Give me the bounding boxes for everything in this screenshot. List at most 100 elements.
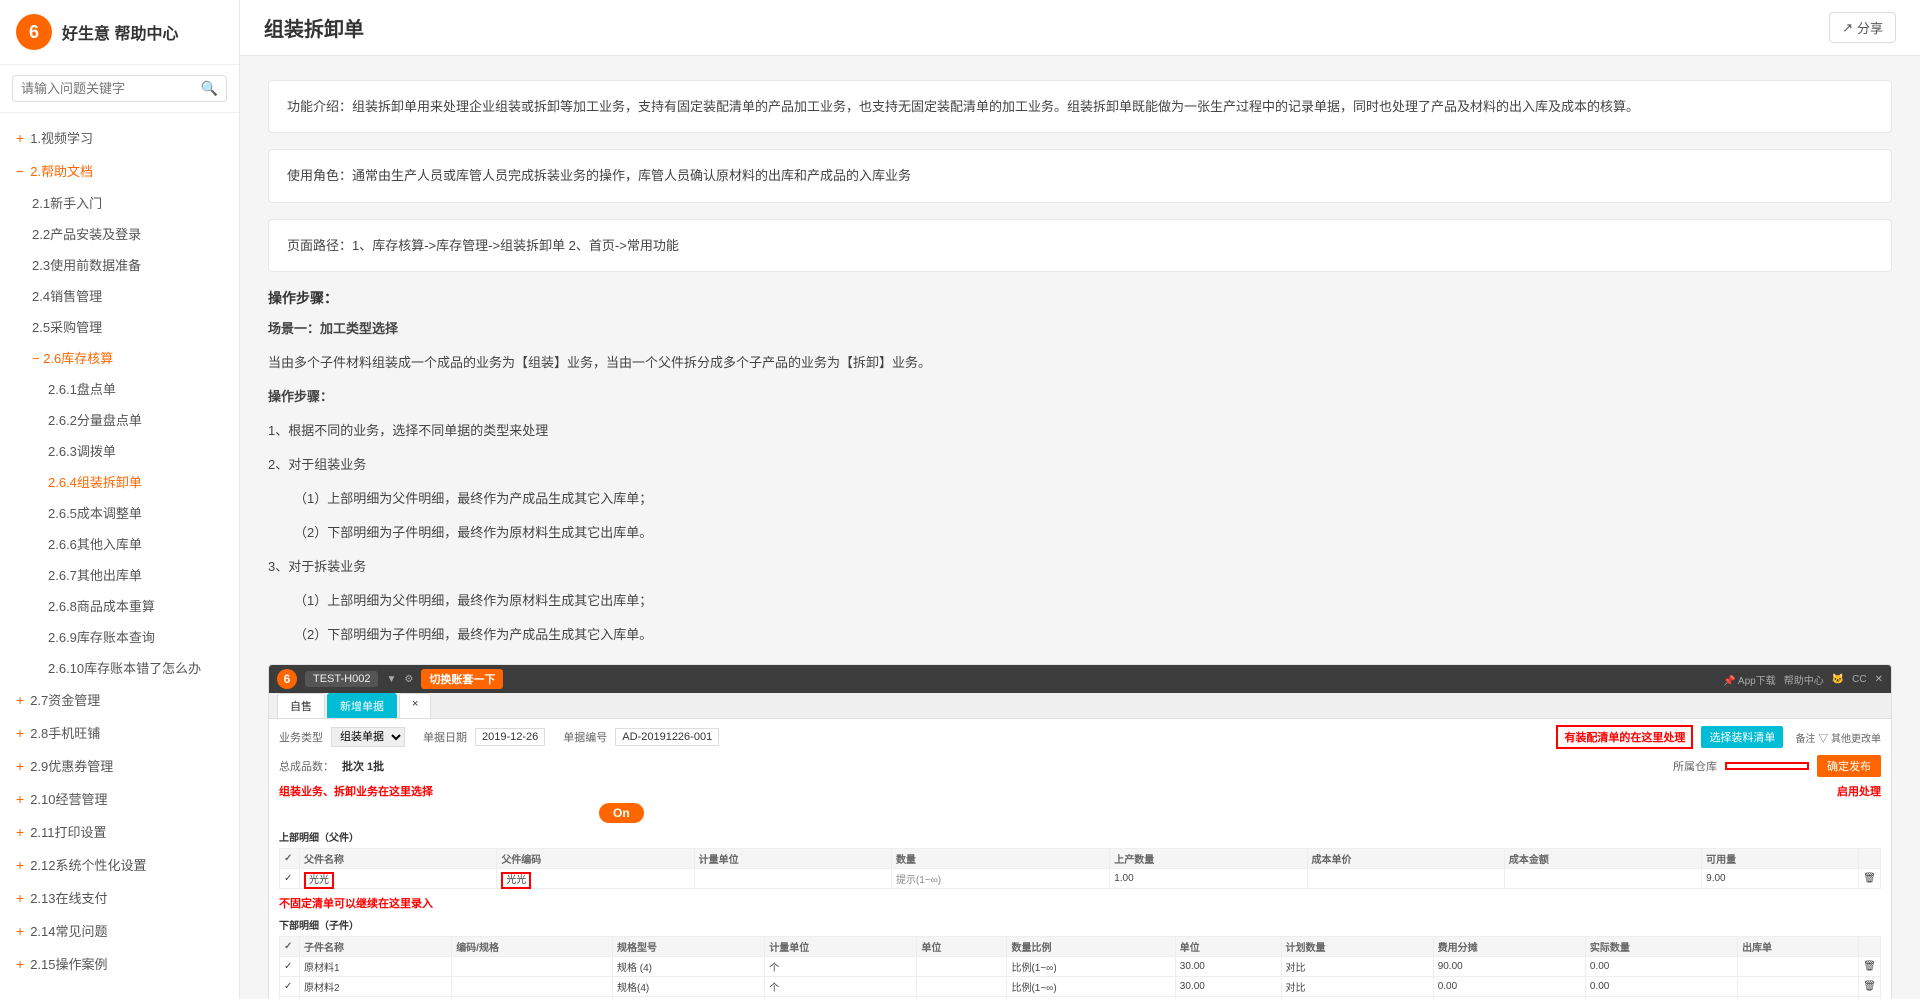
screenshot-tab-extra: × [399, 693, 431, 718]
expand-icon: + [16, 890, 24, 906]
step3-1: （1）上部明细为父件明细，最终作为原材料生成其它出库单； [268, 588, 1892, 614]
screenshot-logo: 6 [277, 669, 297, 689]
step2: 2、对于组装业务 [268, 452, 1892, 478]
steps-sub-heading: 操作步骤： [268, 384, 1892, 410]
screenshot-upper-table-label: 上部明细（父件） [279, 829, 1881, 844]
screenshot-tab-new: 新增单据 [327, 693, 397, 718]
search-icon[interactable]: 🔍 [201, 80, 218, 97]
screenshot-action-icons: 备注 ▽ 其他更改单 [1795, 730, 1881, 745]
sidebar-item-coupon[interactable]: + 2.9优惠券管理 [0, 749, 239, 782]
sidebar-item-sales[interactable]: 2.4销售管理 [0, 280, 239, 311]
sidebar-item-stock10[interactable]: 2.6.10库存账本错了怎么办 [0, 652, 239, 683]
sidebar-item-docs[interactable]: − 2.帮助文档 [0, 154, 239, 187]
screenshot-annotation-bottom: 不固定清单可以继续在这里录入 [279, 895, 1881, 911]
scene1-desc: 当由多个子件材料组装成一个成品的业务为【组装】业务，当由一个父件拆分成多个子产品… [268, 350, 1892, 376]
app-title: 好生意 帮助中心 [62, 20, 178, 44]
expand-icon: + [16, 130, 24, 146]
sidebar-item-system[interactable]: + 2.12系统个性化设置 [0, 848, 239, 881]
share-icon: ↗ [1842, 20, 1853, 36]
intro-block-1: 功能介绍：组装拆卸单用来处理企业组装或拆卸等加工业务，支持有固定装配清单的产品加… [268, 80, 1892, 133]
expand-icon: + [16, 857, 24, 873]
sidebar-item-install[interactable]: 2.2产品安装及登录 [0, 218, 239, 249]
breadcrumb: 页面路径：1、库存核算->库存管理->组装拆卸单 2、首页->常用功能 [287, 238, 679, 253]
steps-heading: 操作步骤： [268, 288, 1892, 308]
screenshot-label-no: 单据编号 [563, 729, 607, 745]
collapse-icon: − [32, 351, 40, 366]
sidebar: 6 好生意 帮助中心 🔍 + 1.视频学习 − 2.帮助文档 2.1新手入门 2… [0, 0, 240, 999]
sidebar-item-new[interactable]: 2.1新手入门 [0, 187, 239, 218]
expand-icon: + [16, 791, 24, 807]
page-title: 组装拆卸单 [264, 13, 364, 42]
sidebar-item-label: 2.帮助文档 [30, 161, 93, 180]
sidebar-item-stock4[interactable]: 2.6.4组装拆卸单 [0, 466, 239, 497]
breadcrumb-block: 页面路径：1、库存核算->库存管理->组装拆卸单 2、首页->常用功能 [268, 219, 1892, 272]
expand-icon: + [16, 956, 24, 972]
sidebar-item-stock5[interactable]: 2.6.5成本调整单 [0, 497, 239, 528]
sidebar-item-stock9[interactable]: 2.6.9库存账本查询 [0, 621, 239, 652]
intro-text-1: 功能介绍：组装拆卸单用来处理企业组装或拆卸等加工业务，支持有固定装配清单的产品加… [287, 99, 1639, 114]
screenshot-lower-table: ✓ 子件名称 编码/规格 规格型号 计量单位 单位 数量比例 单位 计划数量 费… [279, 936, 1881, 999]
screenshot-label-date: 单据日期 [423, 729, 467, 745]
sidebar-item-online[interactable]: + 2.13在线支付 [0, 881, 239, 914]
step3-2: （2）下部明细为子件明细，最终作为产成品生成其它入库单。 [268, 622, 1892, 648]
step3: 3、对于拆装业务 [268, 554, 1892, 580]
collapse-icon: − [16, 163, 24, 179]
share-button[interactable]: ↗ 分享 [1829, 12, 1896, 43]
sidebar-item-inventory[interactable]: − 2.6库存核算 [0, 342, 239, 373]
topbar: 组装拆卸单 ↗ 分享 [240, 0, 1920, 56]
sidebar-item-stock1[interactable]: 2.6.1盘点单 [0, 373, 239, 404]
step2-1: （1）上部明细为父件明细，最终作为产成品生成其它入库单； [268, 486, 1892, 512]
sidebar-item-stock8[interactable]: 2.6.8商品成本重算 [0, 590, 239, 621]
sidebar-item-print[interactable]: + 2.11打印设置 [0, 815, 239, 848]
sidebar-item-stock6[interactable]: 2.6.6其他入库单 [0, 528, 239, 559]
screenshot-btn-clear[interactable]: 选择装料清单 [1701, 726, 1783, 748]
screenshot-lower-table-label: 下部明细（子件） [279, 917, 1881, 932]
screenshot-toggle-on[interactable]: On [599, 803, 644, 823]
screenshot-warehouse-input[interactable] [1725, 762, 1809, 770]
scene1-heading: 场景一：加工类型选择 [268, 316, 1892, 342]
sidebar-item-stock7[interactable]: 2.6.7其他出库单 [0, 559, 239, 590]
sidebar-item-mobile[interactable]: + 2.8手机旺铺 [0, 716, 239, 749]
expand-icon: + [16, 824, 24, 840]
screenshot-no-value: AD-20191226-001 [615, 728, 719, 746]
expand-icon: + [16, 923, 24, 939]
expand-icon: + [16, 758, 24, 774]
screenshot-confirm-btn[interactable]: 确定发布 [1817, 755, 1881, 777]
screenshot-switch-btn: 切换账套一下 [421, 669, 503, 689]
sidebar-item-cases[interactable]: + 2.15操作案例 [0, 947, 239, 980]
expand-icon: + [16, 692, 24, 708]
sidebar-item-faq[interactable]: + 2.14常见问题 [0, 914, 239, 947]
content-area: 功能介绍：组装拆卸单用来处理企业组装或拆卸等加工业务，支持有固定装配清单的产品加… [240, 56, 1920, 999]
sidebar-item-data[interactable]: 2.3使用前数据准备 [0, 249, 239, 280]
main-area: 组装拆卸单 ↗ 分享 功能介绍：组装拆卸单用来处理企业组装或拆卸等加工业务，支持… [240, 0, 1920, 999]
expand-icon: + [16, 725, 24, 741]
search-input[interactable] [21, 81, 201, 96]
step2-2: （2）下部明细为子件明细，最终作为原材料生成其它出库单。 [268, 520, 1892, 546]
sidebar-item-stock3[interactable]: 2.6.3调拨单 [0, 435, 239, 466]
sidebar-item-finance[interactable]: + 2.7资金管理 [0, 683, 239, 716]
screenshot-select-type[interactable]: 组装单据 拆卸单据 [331, 727, 405, 747]
step1: 1、根据不同的业务，选择不同单据的类型来处理 [268, 418, 1892, 444]
screenshot-app-name: TEST-H002 [305, 671, 378, 687]
intro-text-2: 使用角色：通常由生产人员或库管人员完成拆装业务的操作，库管人员确认原材料的出库和… [287, 168, 911, 183]
screenshot-label-warehouse: 所属仓库 [1673, 758, 1717, 774]
logo-area: 6 好生意 帮助中心 [0, 0, 239, 65]
sidebar-item-ops[interactable]: + 2.10经营管理 [0, 782, 239, 815]
screenshot-label-qty: 总成品数： [279, 758, 334, 774]
screenshot-date-value: 2019-12-26 [475, 728, 545, 746]
sidebar-item-stock2[interactable]: 2.6.2分量盘点单 [0, 404, 239, 435]
sidebar-item-purchase[interactable]: 2.5采购管理 [0, 311, 239, 342]
screenshot-annotation-assembly: 组装业务、拆卸业务在这里选择 [279, 783, 433, 799]
screenshot: 6 TEST-H002 ▼ ⚙ 切换账套一下 📌 App下载 帮助中心 🐱 CC… [268, 664, 1892, 999]
search-area: 🔍 [0, 65, 239, 113]
logo-icon: 6 [16, 14, 52, 50]
search-box[interactable]: 🔍 [12, 75, 227, 102]
screenshot-annotation-process: 启用处理 [1837, 783, 1881, 799]
screenshot-label-type: 业务类型 [279, 729, 323, 745]
screenshot-annotation-top: 有装配清单的在这里处理 [1556, 725, 1693, 749]
sidebar-item-label: 1.视频学习 [30, 128, 93, 147]
sidebar-item-video[interactable]: + 1.视频学习 [0, 121, 239, 154]
nav-list: + 1.视频学习 − 2.帮助文档 2.1新手入门 2.2产品安装及登录 2.3… [0, 113, 239, 999]
screenshot-tab-list: 自售 [277, 693, 325, 718]
intro-block-2: 使用角色：通常由生产人员或库管人员完成拆装业务的操作，库管人员确认原材料的出库和… [268, 149, 1892, 202]
